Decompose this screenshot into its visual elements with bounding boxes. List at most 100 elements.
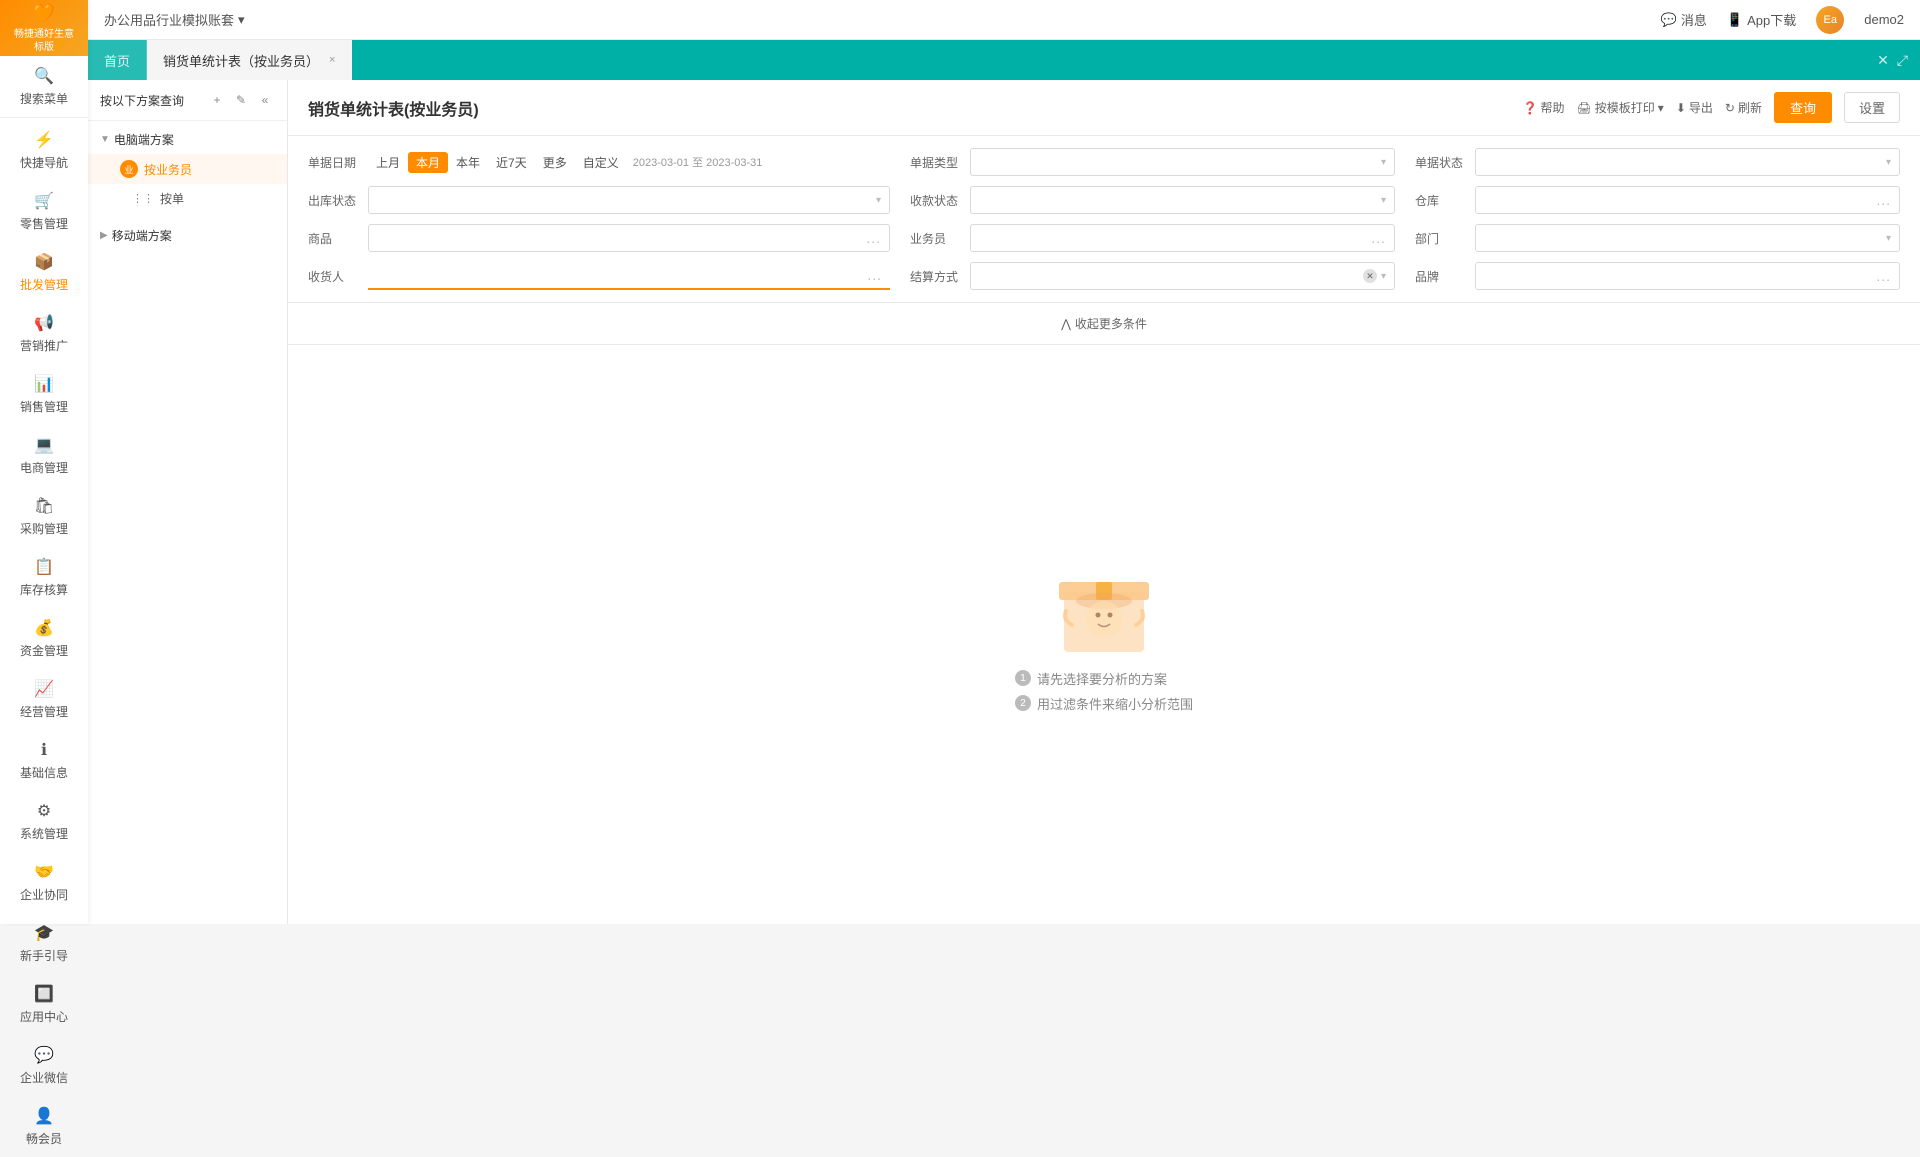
tree-mobile-group: ▶ 移动端方案 [88, 217, 287, 254]
sidebar-item-app-center[interactable]: 🔲 应用中心 [0, 974, 88, 1035]
settlement-clear-icon[interactable]: ✕ [1363, 269, 1377, 283]
sidebar: 🧡 畅捷通好生意 标版 🔍 搜索菜单 ⚡ 快捷导航 🛒 零售管理 📦 批发管理 … [0, 0, 88, 924]
sidebar-item-quick-nav[interactable]: ⚡ 快捷导航 [0, 120, 88, 181]
date-btn-last-month[interactable]: 上月 [368, 152, 408, 173]
window-maximize-icon[interactable]: ⤢ [1897, 52, 1908, 69]
tab-close-icon[interactable]: × [329, 54, 335, 66]
date-btn-7days[interactable]: 近7天 [488, 152, 535, 173]
inventory-icon: 📋 [34, 557, 54, 577]
receipt-status-label: 收款状态 [910, 192, 970, 209]
hint-text-2: 用过滤条件来缩小分析范围 [1037, 694, 1193, 713]
sidebar-label-finance: 资金管理 [20, 642, 68, 659]
sidebar-item-marketing[interactable]: 📢 营销推广 [0, 303, 88, 364]
consignee-label: 收货人 [308, 268, 368, 285]
avatar-text: Ea [1824, 14, 1837, 26]
tree-mobile-parent[interactable]: ▶ 移动端方案 [88, 221, 287, 250]
sidebar-label-wechat: 企业微信 [20, 1069, 68, 1086]
brand-control[interactable]: ... [1475, 262, 1900, 290]
page-title-row: 销货单统计表(按业务员) ❓ 帮助 🖨 按模板打印 ▾ ⬇ [308, 92, 1900, 123]
print-button[interactable]: 🖨 按模板打印 ▾ [1577, 99, 1664, 116]
message-icon: 💬 [1661, 12, 1677, 28]
department-control[interactable]: ▾ [1475, 224, 1900, 252]
new-guide-icon: 🎓 [34, 923, 54, 943]
settings-button[interactable]: 设置 [1844, 92, 1900, 123]
collapse-more-button[interactable]: ⋀ 收起更多条件 [1049, 311, 1159, 336]
tree-child-doc[interactable]: ⋮⋮ 按单 [88, 184, 287, 213]
date-btn-more[interactable]: 更多 [535, 152, 575, 173]
date-range-display: 2023-03-01 至 2023-03-31 [633, 154, 763, 170]
filter-item-stock-status: 出库状态 ▾ [308, 186, 890, 214]
sidebar-item-wechat[interactable]: 💬 企业微信 [0, 1035, 88, 1096]
sidebar-item-ecommerce[interactable]: 💻 电商管理 [0, 425, 88, 486]
tree-child-salesperson-label: 按业务员 [144, 161, 192, 178]
settlement-control[interactable]: ✕ ▾ [970, 262, 1395, 290]
filter-item-salesperson: 业务员 ... [910, 224, 1395, 252]
brand-dots: ... [1876, 268, 1891, 284]
message-button[interactable]: 💬 消息 [1661, 10, 1707, 29]
sidebar-item-wholesale[interactable]: 📦 批发管理 [0, 242, 88, 303]
avatar[interactable]: Ea [1816, 6, 1844, 34]
sidebar-label-purchase: 采购管理 [20, 520, 68, 537]
date-btn-this-month[interactable]: 本月 [408, 152, 448, 173]
sidebar-item-finance[interactable]: 💰 资金管理 [0, 608, 88, 669]
consignee-control[interactable]: ... [368, 262, 890, 290]
tree-desktop-label: 电脑端方案 [114, 131, 174, 148]
sidebar-item-sales[interactable]: 📊 销售管理 [0, 364, 88, 425]
warehouse-label: 仓库 [1415, 192, 1475, 209]
logo-icon: 🧡 [33, 2, 55, 25]
window-close-icon[interactable]: ✕ [1877, 52, 1889, 69]
collapse-bar: ⋀ 收起更多条件 [288, 303, 1920, 345]
collapse-panel-button[interactable]: « [255, 90, 275, 110]
date-btn-this-year[interactable]: 本年 [448, 152, 488, 173]
right-panel: 销货单统计表(按业务员) ❓ 帮助 🖨 按模板打印 ▾ ⬇ [288, 80, 1920, 924]
salesperson-control[interactable]: ... [970, 224, 1395, 252]
sidebar-item-basics[interactable]: ℹ 基础信息 [0, 730, 88, 791]
dropdown-arrow-icon: ▾ [238, 12, 245, 28]
sidebar-item-member[interactable]: 👤 畅会员 [0, 1096, 88, 1157]
sidebar-label-operations: 经营管理 [20, 703, 68, 720]
date-btn-custom[interactable]: 自定义 [575, 152, 627, 173]
sidebar-item-new-guide[interactable]: 🎓 新手引导 [0, 913, 88, 974]
refresh-button[interactable]: ↻ 刷新 [1725, 99, 1762, 116]
tree-desktop-parent[interactable]: ▼ 电脑端方案 [88, 125, 287, 154]
query-button[interactable]: 查询 [1774, 92, 1832, 123]
tree-child-salesperson[interactable]: 业 按业务员 [88, 154, 287, 184]
sidebar-item-enterprise-collab[interactable]: 🤝 企业协同 [0, 852, 88, 913]
retail-icon: 🛒 [34, 191, 54, 211]
sidebar-item-operations[interactable]: 📈 经营管理 [0, 669, 88, 730]
warehouse-control[interactable]: ... [1475, 186, 1900, 214]
tab-home[interactable]: 首页 [88, 40, 147, 80]
salesperson-scheme-icon: 业 [120, 160, 138, 178]
sidebar-label-wholesale: 批发管理 [20, 276, 68, 293]
empty-state: 1 请先选择要分析的方案 2 用过滤条件来缩小分析范围 [288, 345, 1920, 924]
sidebar-item-system[interactable]: ⚙ 系统管理 [0, 791, 88, 852]
search-icon: 🔍 [34, 66, 54, 86]
doc-status-label: 单据状态 [1415, 154, 1475, 171]
empty-hint-2: 2 用过滤条件来缩小分析范围 [1015, 694, 1193, 713]
logo-text: 畅捷通好生意 标版 [14, 28, 74, 54]
export-button[interactable]: ⬇ 导出 [1676, 99, 1713, 116]
help-button[interactable]: ❓ 帮助 [1523, 99, 1565, 116]
sidebar-item-purchase[interactable]: 🛍 采购管理 [0, 486, 88, 547]
edit-scheme-button[interactable]: ✎ [231, 90, 251, 110]
doc-status-control[interactable]: ▾ [1475, 148, 1900, 176]
doc-type-control[interactable]: ▾ [970, 148, 1395, 176]
tab-active[interactable]: 销货单统计表（按业务员） × [147, 40, 352, 80]
receipt-status-control[interactable]: ▾ [970, 186, 1395, 214]
sidebar-item-inventory[interactable]: 📋 库存核算 [0, 547, 88, 608]
add-scheme-button[interactable]: + [207, 90, 227, 110]
filter-item-warehouse: 仓库 ... [1415, 186, 1900, 214]
ecommerce-icon: 💻 [34, 435, 54, 455]
filter-item-settlement: 结算方式 ✕ ▾ [910, 262, 1395, 290]
export-label: 导出 [1689, 99, 1713, 116]
sidebar-item-retail[interactable]: 🛒 零售管理 [0, 181, 88, 242]
app-download-button[interactable]: 📱 App下载 [1727, 10, 1796, 29]
sidebar-item-search[interactable]: 🔍 搜索菜单 [0, 56, 88, 118]
edit-icon: ✎ [236, 93, 246, 107]
hint-text-1: 请先选择要分析的方案 [1037, 669, 1167, 688]
finance-icon: 💰 [34, 618, 54, 638]
account-selector[interactable]: 办公用品行业模拟账套 ▾ [104, 10, 245, 29]
product-control[interactable]: ... [368, 224, 890, 252]
stock-status-control[interactable]: ▾ [368, 186, 890, 214]
left-panel: 按以下方案查询 + ✎ « ▼ 电脑端方案 [88, 80, 288, 924]
